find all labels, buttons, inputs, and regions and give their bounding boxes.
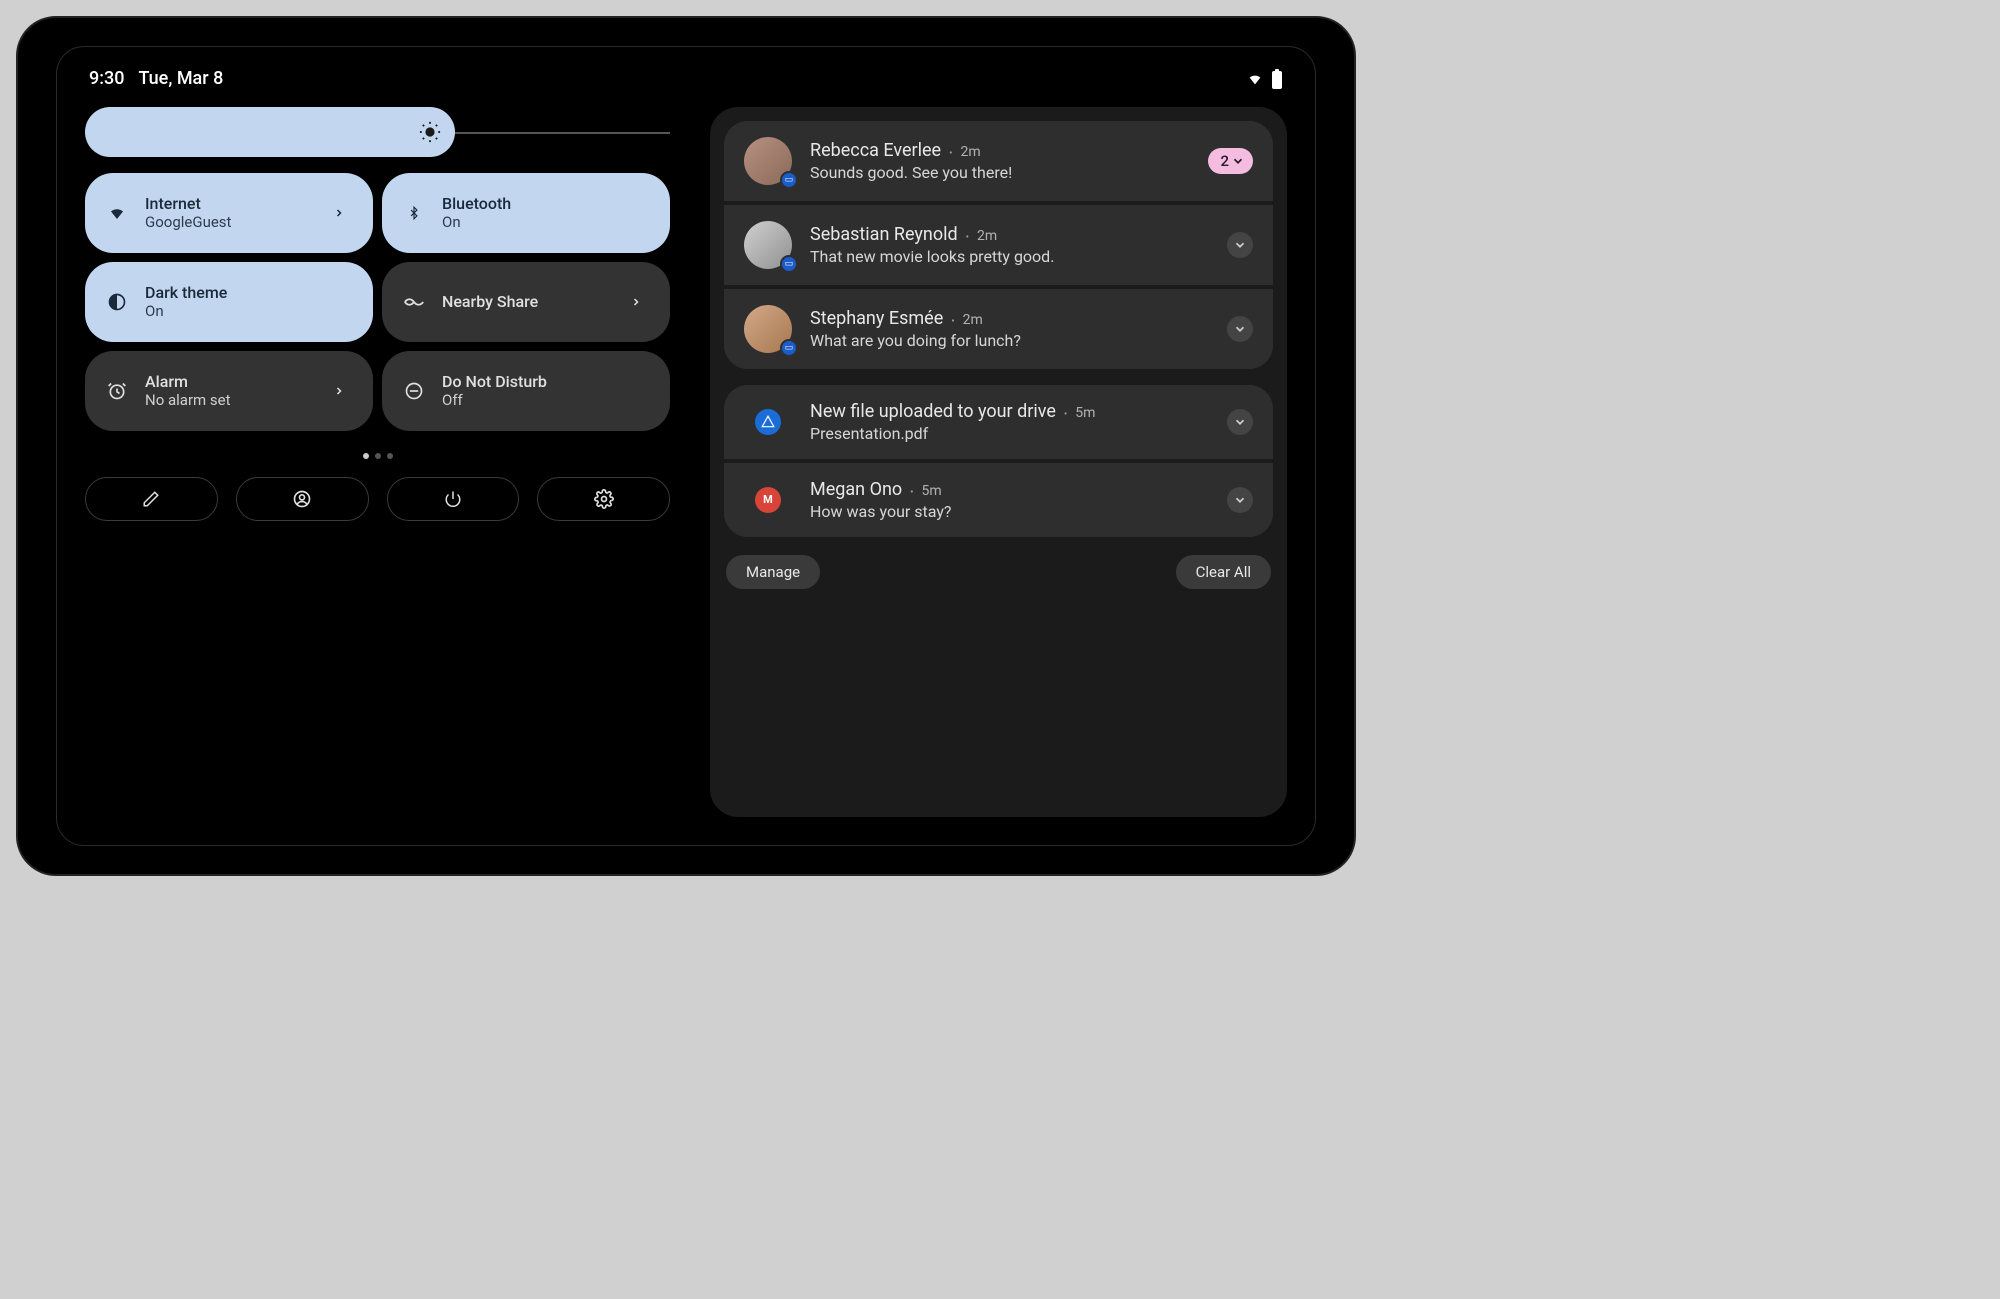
notification-panel: ▭ Rebecca Everlee • 2m Sounds good. See … [710, 107, 1287, 817]
status-date: Tue, Mar 8 [138, 68, 223, 89]
tile-subtitle: No alarm set [145, 391, 317, 409]
notification-item[interactable]: M Megan Ono • 5m How was your stay? [724, 459, 1273, 537]
notification-message: How was your stay? [810, 502, 1209, 521]
gmail-app-icon: M [755, 487, 781, 513]
tile-subtitle: GoogleGuest [145, 213, 317, 231]
do-not-disturb-icon [402, 381, 426, 401]
quick-settings-panel: Internet GoogleGuest Bluetooth [85, 107, 670, 817]
contrast-icon [105, 292, 129, 312]
avatar: ▭ [744, 137, 792, 185]
expand-button[interactable] [1227, 409, 1253, 435]
notification-item[interactable]: ▭ Stephany Esmée • 2m What are you doing… [724, 285, 1273, 369]
edit-button[interactable] [85, 477, 218, 521]
quick-tiles: Internet GoogleGuest Bluetooth [85, 173, 670, 431]
notification-item[interactable]: ▭ Rebecca Everlee • 2m Sounds good. See … [724, 121, 1273, 201]
chevron-right-icon [333, 206, 353, 220]
power-button[interactable] [387, 477, 520, 521]
tile-nearby-share[interactable]: Nearby Share [382, 262, 670, 342]
tile-dark-theme[interactable]: Dark theme On [85, 262, 373, 342]
notification-sender: Rebecca Everlee [810, 140, 941, 161]
notification-time: 2m [977, 228, 997, 244]
chevron-right-icon [333, 384, 353, 398]
notification-group: New file uploaded to your drive • 5m Pre… [724, 385, 1273, 537]
brightness-icon [419, 121, 441, 143]
expand-button[interactable] [1227, 487, 1253, 513]
tile-bluetooth[interactable]: Bluetooth On [382, 173, 670, 253]
bluetooth-icon [402, 202, 426, 224]
drive-app-icon [755, 409, 781, 435]
status-time: 9:30 [89, 68, 124, 89]
tile-alarm[interactable]: Alarm No alarm set [85, 351, 373, 431]
tile-title: Internet [145, 194, 317, 213]
brightness-slider[interactable] [85, 107, 670, 157]
pager-dot [387, 453, 393, 459]
notification-message: That new movie looks pretty good. [810, 247, 1209, 266]
notification-message: Presentation.pdf [810, 424, 1209, 443]
tile-title: Dark theme [145, 283, 353, 302]
tile-title: Alarm [145, 372, 317, 391]
avatar: ▭ [744, 305, 792, 353]
nearby-share-icon [402, 294, 426, 310]
notification-item[interactable]: New file uploaded to your drive • 5m Pre… [724, 385, 1273, 459]
messages-app-icon: ▭ [780, 171, 798, 189]
status-bar: 9:30 Tue, Mar 8 [85, 61, 1287, 97]
notification-sender: Sebastian Reynold [810, 224, 958, 245]
settings-button[interactable] [537, 477, 670, 521]
messages-app-icon: ▭ [780, 255, 798, 273]
alarm-icon [105, 381, 129, 401]
expand-button[interactable] [1227, 316, 1253, 342]
user-button[interactable] [236, 477, 369, 521]
tile-subtitle: On [145, 302, 353, 320]
avatar: ▭ [744, 221, 792, 269]
tile-subtitle: Off [442, 391, 650, 409]
tablet-frame: 9:30 Tue, Mar 8 [16, 16, 1356, 876]
pager-dots [85, 453, 670, 459]
notification-time: 2m [960, 144, 980, 160]
notification-time: 5m [1075, 405, 1095, 421]
notification-sender: Stephany Esmée [810, 308, 943, 329]
wifi-icon [105, 204, 129, 222]
expand-button[interactable] [1227, 232, 1253, 258]
notification-group: ▭ Rebecca Everlee • 2m Sounds good. See … [724, 121, 1273, 369]
tile-title: Bluetooth [442, 194, 650, 213]
notification-time: 5m [922, 483, 942, 499]
notification-message: Sounds good. See you there! [810, 163, 1190, 182]
notification-actions: Manage Clear All [724, 553, 1273, 591]
notification-sender: Megan Ono [810, 479, 902, 500]
notification-count-expand[interactable]: 2 [1208, 148, 1253, 174]
tile-title: Nearby Share [442, 292, 614, 311]
messages-app-icon: ▭ [780, 339, 798, 357]
wifi-icon [1245, 71, 1265, 87]
manage-button[interactable]: Manage [726, 555, 820, 589]
notification-time: 2m [963, 312, 983, 328]
tile-title: Do Not Disturb [442, 372, 650, 391]
notification-item[interactable]: ▭ Sebastian Reynold • 2m That new movie … [724, 201, 1273, 285]
pager-dot [363, 453, 369, 459]
screen: 9:30 Tue, Mar 8 [56, 46, 1316, 846]
battery-icon [1271, 69, 1283, 89]
notification-title: New file uploaded to your drive [810, 401, 1056, 422]
pager-dot [375, 453, 381, 459]
chevron-right-icon [630, 295, 650, 309]
tile-internet[interactable]: Internet GoogleGuest [85, 173, 373, 253]
notification-message: What are you doing for lunch? [810, 331, 1209, 350]
tile-do-not-disturb[interactable]: Do Not Disturb Off [382, 351, 670, 431]
tile-subtitle: On [442, 213, 650, 231]
quick-actions [85, 477, 670, 521]
clear-all-button[interactable]: Clear All [1176, 555, 1271, 589]
